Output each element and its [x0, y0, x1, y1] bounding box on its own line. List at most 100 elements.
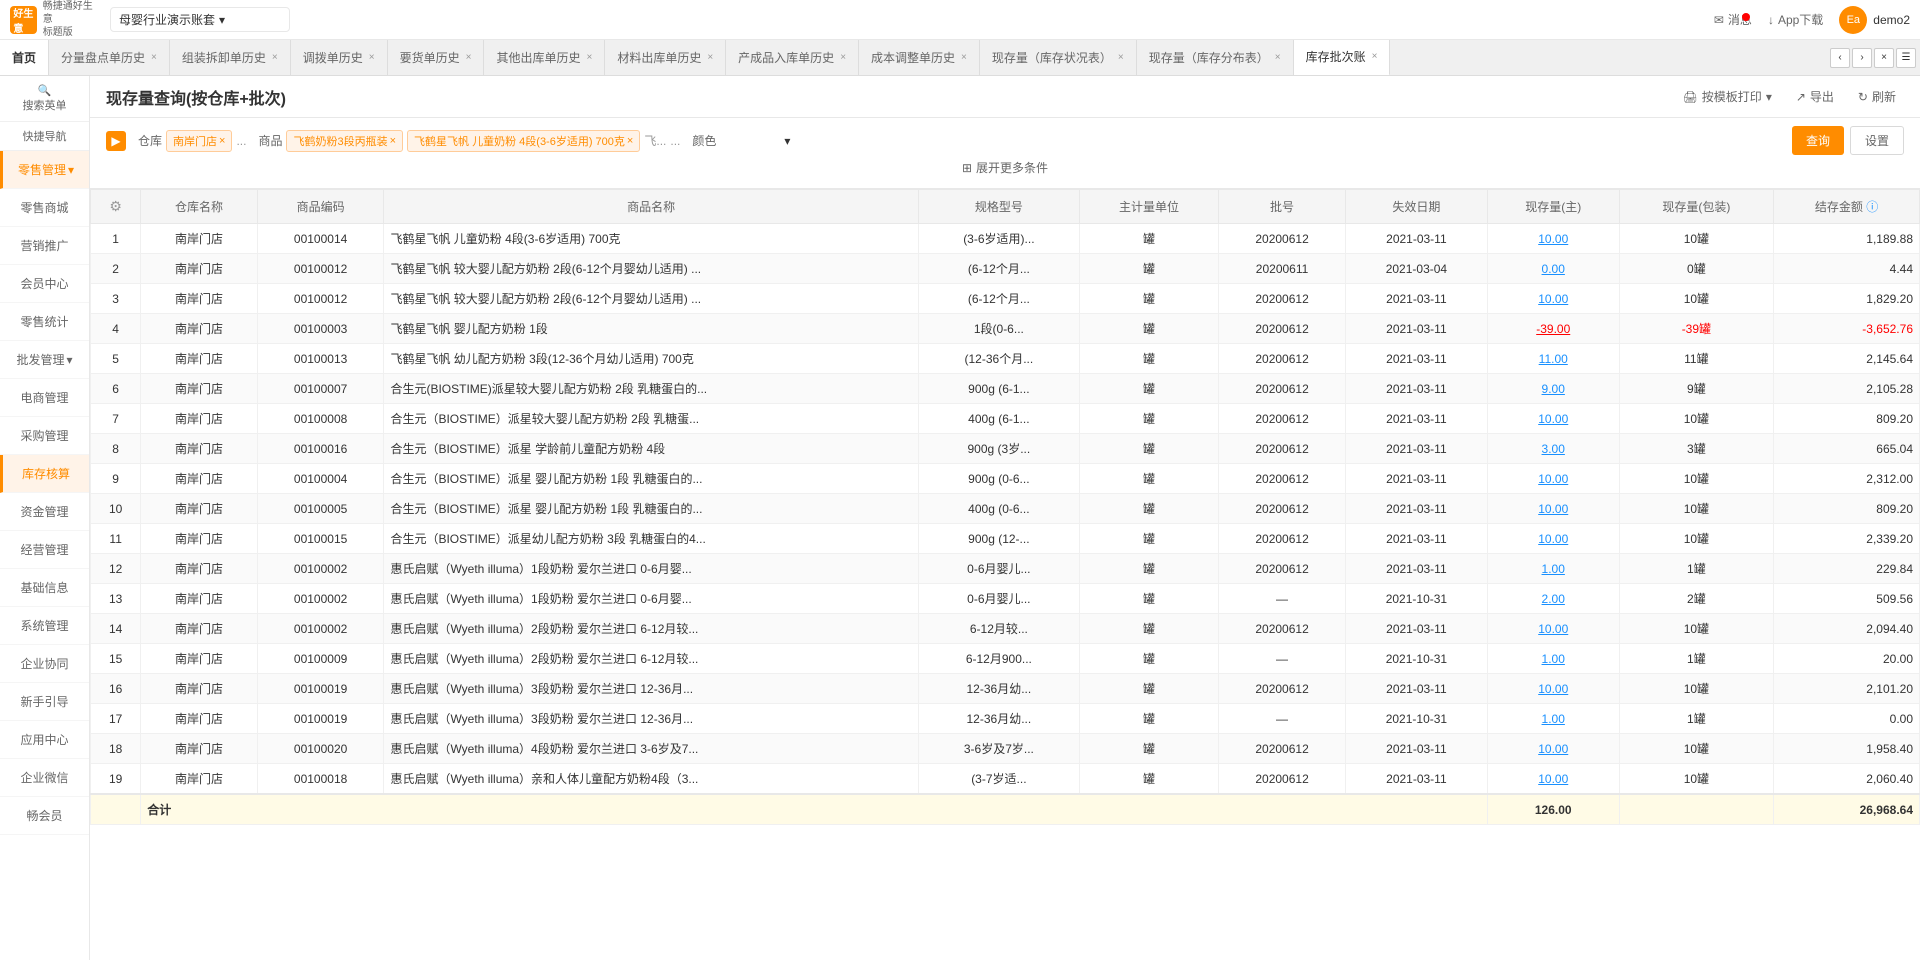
tab-menu-button[interactable]: ☰	[1896, 48, 1916, 68]
tab-4[interactable]: 要货单历史 ×	[388, 40, 485, 76]
product-tags: 飞鹤奶粉3段丙瓶装 × 飞鹤星飞帆 儿童奶粉 4段(3-6岁适用) 700克 ×…	[286, 130, 680, 152]
cell-qty-main[interactable]: 10.00	[1487, 284, 1619, 314]
tab-1[interactable]: 分量盘点单历史 ×	[49, 40, 170, 76]
sidebar-item-basic-info[interactable]: 基础信息	[0, 569, 89, 607]
app-download-button[interactable]: ↓ App下载	[1768, 11, 1823, 28]
tab-prev-button[interactable]: ‹	[1830, 48, 1850, 68]
expand-more-conditions[interactable]: ⊞ 展开更多条件	[962, 159, 1048, 176]
cell-qty-main[interactable]: 1.00	[1487, 704, 1619, 734]
warehouse-tag-close[interactable]: ×	[219, 135, 225, 147]
tab-close-6[interactable]: ×	[707, 52, 713, 63]
sidebar-item-guide[interactable]: 新手引导	[0, 683, 89, 721]
cell-qty-main[interactable]: 10.00	[1487, 614, 1619, 644]
inventory-table: ⚙ 仓库名称 商品编码 商品名称 规格型号 主计量单位 批号 失效日期 现存量(…	[90, 189, 1920, 825]
tab-9[interactable]: 现存量（库存状况表） ×	[980, 40, 1137, 76]
tab-8[interactable]: 成本调整单历史 ×	[859, 40, 980, 76]
tab-2[interactable]: 组装拆卸单历史 ×	[170, 40, 291, 76]
tab-close-1[interactable]: ×	[151, 52, 157, 63]
cell-qty-main[interactable]: 10.00	[1487, 734, 1619, 764]
sidebar-search[interactable]: 🔍 搜索英单	[0, 76, 89, 122]
cell-qty-main[interactable]: 10.00	[1487, 404, 1619, 434]
tab-6[interactable]: 材料出库单历史 ×	[605, 40, 726, 76]
template-print-button[interactable]: 🖨 按模板打印 ▾	[1675, 84, 1780, 109]
sidebar-item-inventory[interactable]: 库存核算	[0, 455, 89, 493]
cell-qty-main[interactable]: 2.00	[1487, 584, 1619, 614]
sidebar-item-member-center[interactable]: 会员中心	[0, 265, 89, 303]
table-row: 12 南岸门店 00100002 惠氏启赋（Wyeth illuma）1段奶粉 …	[91, 554, 1920, 584]
refresh-button[interactable]: ↻ 刷新	[1850, 84, 1904, 109]
tab-close-11[interactable]: ×	[1372, 51, 1378, 62]
sidebar-item-changhui[interactable]: 畅会员	[0, 797, 89, 835]
tab-7[interactable]: 产成品入库单历史 ×	[726, 40, 859, 76]
sidebar-item-system[interactable]: 系统管理	[0, 607, 89, 645]
table-row: 8 南岸门店 00100016 合生元（BIOSTIME）派星 学龄前儿童配方奶…	[91, 434, 1920, 464]
tab-close-10[interactable]: ×	[1275, 52, 1281, 63]
export-button[interactable]: ↗ 导出	[1788, 84, 1842, 109]
table-row: 11 南岸门店 00100015 合生元（BIOSTIME）派星幼儿配方奶粉 3…	[91, 524, 1920, 554]
sidebar-item-app-center[interactable]: 应用中心	[0, 721, 89, 759]
tab-close-5[interactable]: ×	[586, 52, 592, 63]
cell-qty-main[interactable]: 1.00	[1487, 644, 1619, 674]
product-tag-0[interactable]: 飞鹤奶粉3段丙瓶装 ×	[286, 130, 403, 152]
cell-no: 15	[91, 644, 141, 674]
product-tag-1[interactable]: 飞鹤星飞帆 儿童奶粉 4段(3-6岁适用) 700克 ×	[407, 130, 640, 152]
cell-qty-main[interactable]: 10.00	[1487, 464, 1619, 494]
tab-home[interactable]: 首页	[0, 40, 49, 76]
tab-close-7[interactable]: ×	[840, 52, 846, 63]
cell-qty-main[interactable]: 10.00	[1487, 524, 1619, 554]
cell-qty-main[interactable]: 1.00	[1487, 554, 1619, 584]
cell-qty-main[interactable]: 9.00	[1487, 374, 1619, 404]
sidebar-quick-nav[interactable]: 快捷导航	[0, 122, 89, 151]
warehouse-tag[interactable]: 南岸门店 ×	[166, 130, 232, 152]
warehouse-tags: 南岸门店 × ...	[166, 130, 246, 152]
col-gear[interactable]: ⚙	[91, 190, 141, 224]
tab-3[interactable]: 调拨单历史 ×	[291, 40, 388, 76]
sidebar-item-retail-stats[interactable]: 零售统计	[0, 303, 89, 341]
tab-close-all-button[interactable]: ×	[1874, 48, 1894, 68]
product-filter: 商品 飞鹤奶粉3段丙瓶装 × 飞鹤星飞帆 儿童奶粉 4段(3-6岁适用) 700…	[258, 130, 680, 152]
cell-qty-main[interactable]: 10.00	[1487, 764, 1619, 795]
tab-5[interactable]: 其他出库单历史 ×	[484, 40, 605, 76]
cell-qty-main[interactable]: 10.00	[1487, 674, 1619, 704]
cell-qty-main[interactable]: -39.00	[1487, 314, 1619, 344]
sidebar-item-retail-management[interactable]: 零售管理 ▾	[0, 151, 89, 189]
cell-name: 合生元（BIOSTIME）派星 婴儿配方奶粉 1段 乳糖蛋白的...	[384, 464, 918, 494]
messages-button[interactable]: ✉ 消息	[1714, 11, 1752, 28]
cell-qty-main[interactable]: 3.00	[1487, 434, 1619, 464]
cell-qty-main[interactable]: 11.00	[1487, 344, 1619, 374]
sidebar-item-enterprise[interactable]: 企业协同	[0, 645, 89, 683]
cell-warehouse: 南岸门店	[141, 644, 257, 674]
sidebar-item-ecommerce[interactable]: 电商管理	[0, 379, 89, 417]
cell-qty-main[interactable]: 10.00	[1487, 494, 1619, 524]
tab-close-4[interactable]: ×	[466, 52, 472, 63]
sidebar-item-management[interactable]: 经营管理	[0, 531, 89, 569]
cell-expire: 2021-03-11	[1345, 344, 1487, 374]
tab-close-3[interactable]: ×	[369, 52, 375, 63]
table-row: 1 南岸门店 00100014 飞鹤星飞帆 儿童奶粉 4段(3-6岁适用) 70…	[91, 224, 1920, 254]
cell-unit: 罐	[1079, 554, 1218, 584]
tab-close-2[interactable]: ×	[272, 52, 278, 63]
sidebar-item-finance[interactable]: 资金管理	[0, 493, 89, 531]
tab-close-9[interactable]: ×	[1118, 52, 1124, 63]
cell-qty-main[interactable]: 10.00	[1487, 224, 1619, 254]
tab-next-button[interactable]: ›	[1852, 48, 1872, 68]
tab-11-active[interactable]: 库存批次账 ×	[1294, 40, 1391, 76]
tab-10[interactable]: 现存量（库存分布表） ×	[1137, 40, 1294, 76]
cell-name: 惠氏启赋（Wyeth illuma）3段奶粉 爱尔兰进口 12-36月...	[384, 704, 918, 734]
expand-filter-button[interactable]: ▶	[106, 131, 126, 151]
tab-close-8[interactable]: ×	[961, 52, 967, 63]
sidebar-item-marketing[interactable]: 营销推广	[0, 227, 89, 265]
cell-qty-main[interactable]: 0.00	[1487, 254, 1619, 284]
settings-button[interactable]: 设置	[1850, 126, 1904, 155]
sidebar-item-wholesale[interactable]: 批发管理 ▾	[0, 341, 89, 379]
sidebar-item-retail-mall[interactable]: 零售商城	[0, 189, 89, 227]
sidebar-item-purchase[interactable]: 采购管理	[0, 417, 89, 455]
cell-unit: 罐	[1079, 524, 1218, 554]
org-selector[interactable]: 母婴行业演示账套 ▾	[110, 7, 290, 32]
query-button[interactable]: 查询	[1792, 126, 1844, 155]
export-icon: ↗	[1796, 90, 1806, 104]
user-profile[interactable]: Ea demo2	[1839, 6, 1910, 34]
cell-warehouse: 南岸门店	[141, 584, 257, 614]
cell-code: 00100012	[257, 254, 384, 284]
sidebar-item-wechat[interactable]: 企业微信	[0, 759, 89, 797]
